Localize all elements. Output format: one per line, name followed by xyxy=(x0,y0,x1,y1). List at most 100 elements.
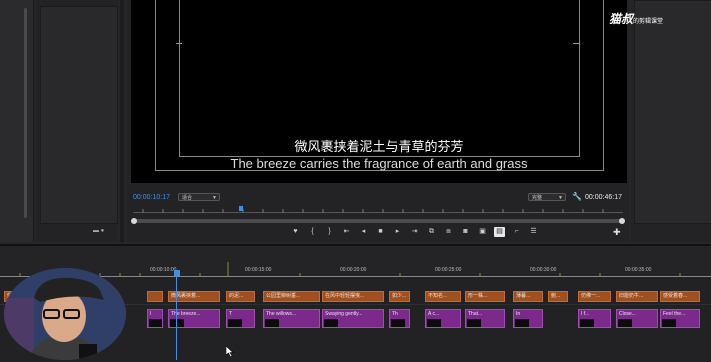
lift-icon[interactable]: ⧉ xyxy=(426,227,437,237)
clip-thumbnail xyxy=(391,319,405,327)
timeline-playhead[interactable] xyxy=(174,270,180,276)
zoom-fit-dropdown[interactable]: 适合 ▼ xyxy=(178,193,220,201)
safe-margin-tick xyxy=(573,43,579,44)
title-safe-margin xyxy=(179,0,580,157)
project-panel-scrollbar[interactable] xyxy=(24,8,27,218)
caption-clip[interactable]: 旧能奶牛... xyxy=(616,291,658,302)
caption-clip[interactable]: 形一株... xyxy=(465,291,505,302)
marker-icon[interactable]: ♥ xyxy=(290,227,301,237)
go-to-in-icon[interactable]: ⇤ xyxy=(341,227,352,237)
subtitle-chinese: 微风裹挟着泥土与青草的芬芳 xyxy=(294,139,464,154)
zoom-fit-label: 适合 xyxy=(182,195,193,201)
out-point-icon[interactable]: } xyxy=(324,227,335,237)
clip-thumbnail xyxy=(228,319,242,327)
monitor-time-ruler[interactable] xyxy=(133,207,623,213)
scrollbar-right-handle[interactable] xyxy=(619,218,625,224)
captions-toggle-icon[interactable]: ▤ xyxy=(494,227,505,237)
english-clip[interactable]: T xyxy=(226,309,255,328)
source-panel-content xyxy=(40,6,118,224)
ruler-label: 00:00:15:00 xyxy=(245,267,272,273)
camera-icon[interactable]: ◙ xyxy=(460,227,471,237)
english-clip[interactable]: The willows... xyxy=(263,309,320,328)
english-clip[interactable]: Swaying gently... xyxy=(322,309,384,328)
caption-clip[interactable]: 的泥... xyxy=(226,291,255,302)
clip-thumbnail xyxy=(324,319,338,327)
english-clip[interactable]: A c... xyxy=(425,309,461,328)
transport-controls: ♥ { } ⇤ ◂ ■ ▸ ⇥ ⧉ ⧈ ◙ ▣ ▤ ⌐ ☰ xyxy=(290,227,539,237)
caption-clip[interactable]: 在风中轻轻摆曳... xyxy=(322,291,384,302)
clip-thumbnail xyxy=(149,319,162,327)
english-clip-label: A c... xyxy=(428,311,440,317)
webcam-overlay xyxy=(4,268,126,360)
project-panel-strip xyxy=(0,0,34,242)
caption-clip[interactable]: 仿佛一... xyxy=(578,291,611,302)
panel-divider[interactable] xyxy=(120,0,124,242)
watermark-suffix: 的剪辑课堂 xyxy=(633,19,664,25)
playback-resolution-dropdown[interactable]: 完整 ▼ xyxy=(528,193,566,201)
subtitle-english: The breeze carries the fragrance of eart… xyxy=(230,156,528,171)
monitor-zoom-scrollbar[interactable] xyxy=(133,219,623,223)
ruler-label: 00:00:20:00 xyxy=(340,267,367,273)
english-clip[interactable]: That... xyxy=(465,309,505,328)
watermark-brand: 猫叔 xyxy=(609,12,634,26)
english-clip[interactable]: Th xyxy=(389,309,410,328)
english-clip-label: In xyxy=(516,311,521,317)
chevron-down-icon: ▼ xyxy=(558,195,563,201)
english-clip[interactable]: Close... xyxy=(616,309,658,328)
play-icon[interactable]: ■ xyxy=(375,227,386,237)
plus-icon[interactable]: ✚ xyxy=(613,227,621,238)
settings-icon[interactable]: ☰ xyxy=(528,227,539,237)
english-clip-label: Close... xyxy=(619,311,636,317)
go-to-out-icon[interactable]: ⇥ xyxy=(409,227,420,237)
english-clip[interactable]: I f... xyxy=(578,309,611,328)
right-panel-content xyxy=(634,0,711,224)
clip-thumbnail xyxy=(265,319,279,327)
channel-watermark: 猫叔的剪辑课堂 xyxy=(609,10,663,27)
mouse-cursor-icon xyxy=(226,346,234,357)
english-clip-label: T xyxy=(229,311,233,317)
caption-clip[interactable]: 如少... xyxy=(389,291,410,302)
english-clip[interactable]: In xyxy=(513,309,543,328)
step-back-icon[interactable]: ◂ xyxy=(358,227,369,237)
english-clip[interactable]: I xyxy=(147,309,163,328)
english-clip[interactable]: Feel the... xyxy=(660,309,700,328)
clip-thumbnail xyxy=(662,319,676,327)
ruler-label: 00:00:30:00 xyxy=(530,267,557,273)
caption-clip[interactable] xyxy=(147,291,163,302)
playback-resolution-label: 完整 xyxy=(532,195,543,201)
clip-thumbnail xyxy=(580,319,594,327)
scrollbar-left-handle[interactable] xyxy=(131,218,137,224)
ruler-label: 00:00:35:00 xyxy=(625,267,652,273)
ruler-label: 00:00:25:00 xyxy=(435,267,462,273)
presenter-avatar xyxy=(4,268,126,360)
wrench-icon[interactable]: 🔧 xyxy=(572,192,582,201)
in-point-icon[interactable]: { xyxy=(307,227,318,237)
caption-clip[interactable]: 公园里柳树垂... xyxy=(263,291,320,302)
clip-thumbnail xyxy=(467,319,481,327)
extract-icon[interactable]: ⧈ xyxy=(443,227,454,237)
english-clip-label: Swaying gently... xyxy=(325,311,363,317)
english-clip-label: I xyxy=(150,311,152,317)
step-forward-icon[interactable]: ▸ xyxy=(392,227,403,237)
current-timecode[interactable]: 00:00:10:17 xyxy=(133,194,170,201)
english-clip-label: The willows... xyxy=(266,311,297,317)
clip-thumbnail xyxy=(618,319,632,327)
english-clip-label: That... xyxy=(468,311,483,317)
caption-clip[interactable]: 感受着春... xyxy=(660,291,700,302)
timeline-playhead-line xyxy=(176,276,177,360)
duration-timecode: 00:00:46:17 xyxy=(585,194,622,201)
ruler-label: 00:00:10:00 xyxy=(150,267,177,273)
monitor-playhead[interactable] xyxy=(239,206,243,211)
clip-thumbnail xyxy=(427,319,441,327)
english-clip-label: Feel the... xyxy=(663,311,686,317)
clip-thumbnail xyxy=(515,319,529,327)
caption-clip[interactable]: 薄暮... xyxy=(513,291,543,302)
trim-icon[interactable]: ⌐ xyxy=(511,227,522,237)
caption-clip[interactable]: 鲍... xyxy=(548,291,568,302)
safe-margin-tick xyxy=(176,43,182,44)
caption-clip[interactable]: 不知名... xyxy=(425,291,461,302)
english-clip-label: I f... xyxy=(581,311,590,317)
clip-thumbnail xyxy=(170,319,184,327)
comparison-view-icon[interactable]: ▣ xyxy=(477,227,488,237)
panel-footer-icons[interactable]: ▬ ● xyxy=(93,228,104,234)
